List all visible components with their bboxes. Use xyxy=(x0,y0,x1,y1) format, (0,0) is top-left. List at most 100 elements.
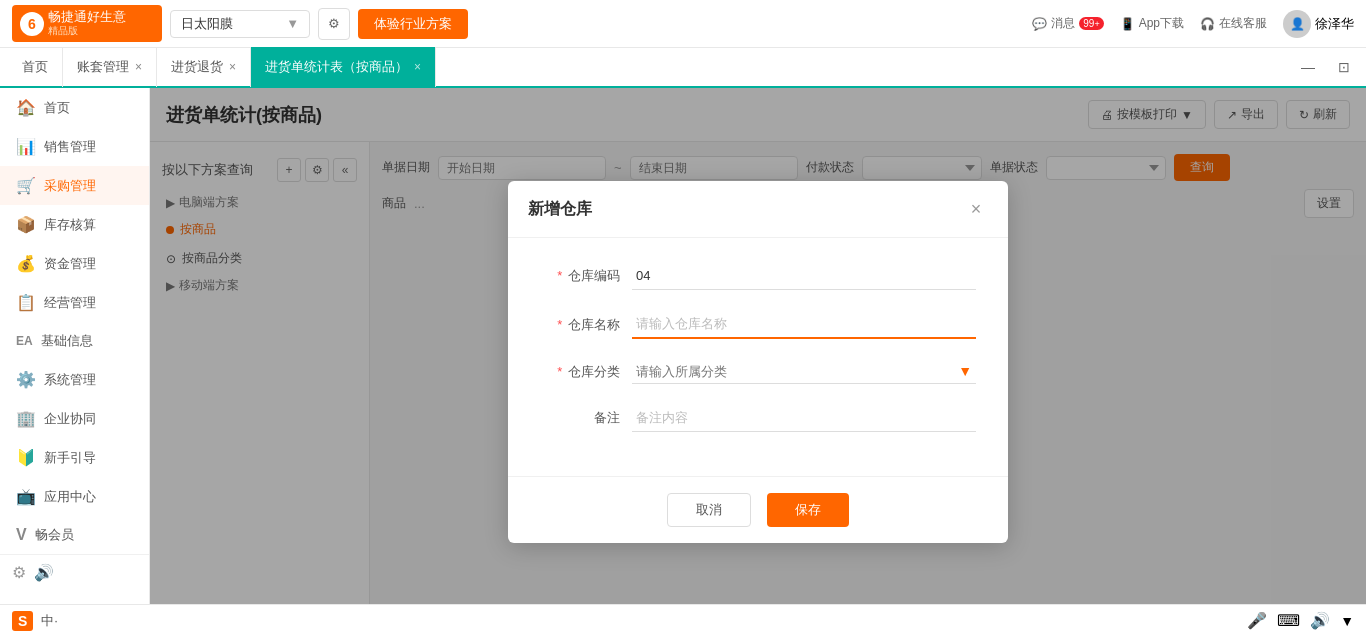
store-selector[interactable]: 日太阳膜 ▼ xyxy=(170,10,310,38)
form-row-category: * 仓库分类 ▼ xyxy=(540,359,976,384)
mic-icon[interactable]: 🎤 xyxy=(1247,611,1267,630)
headphone-icon: 🎧 xyxy=(1200,17,1215,31)
sidebar-item-purchase-label: 采购管理 xyxy=(44,177,96,195)
category-dropdown-icon[interactable]: ▼ xyxy=(958,363,972,379)
app-download-item[interactable]: 📱 App下载 xyxy=(1120,15,1184,32)
name-label: * 仓库名称 xyxy=(540,316,620,334)
tab-bar-right: — ⊡ xyxy=(1294,53,1358,81)
form-row-note: 备注 xyxy=(540,404,976,432)
tab-accounts[interactable]: 账套管理 × xyxy=(63,47,157,87)
online-service-label: 在线客服 xyxy=(1219,15,1267,32)
modal-footer: 取消 保存 xyxy=(508,476,1008,543)
tab-minimize-icon[interactable]: — xyxy=(1294,53,1322,81)
top-bar: 6 畅捷通好生意 精品版 日太阳膜 ▼ ⚙ 体验行业方案 💬 消息 99+ 📱 … xyxy=(0,0,1366,48)
form-row-code: * 仓库编码 xyxy=(540,262,976,290)
category-select-row: ▼ xyxy=(632,359,976,384)
app-download-label: App下载 xyxy=(1139,15,1184,32)
sidebar-item-purchase[interactable]: 🛒 采购管理 xyxy=(0,166,149,205)
app-sub: 精品版 xyxy=(48,24,126,38)
user-area[interactable]: 👤 徐泽华 xyxy=(1283,10,1354,38)
category-required-star: * xyxy=(557,364,562,379)
logo-text-block: 畅捷通好生意 精品版 xyxy=(48,9,126,39)
sidebar-item-management[interactable]: 📋 经营管理 xyxy=(0,283,149,322)
sidebar-item-enterprise[interactable]: 🏢 企业协同 xyxy=(0,399,149,438)
status-logo-text: S xyxy=(18,613,27,629)
app-name: 畅捷通好生意 xyxy=(48,9,126,25)
sidebar-item-management-label: 经营管理 xyxy=(44,294,96,312)
code-input[interactable] xyxy=(632,262,976,290)
note-input[interactable] xyxy=(632,404,976,432)
status-icons: 🎤 ⌨ 🔊 ▼ xyxy=(1247,611,1354,630)
sidebar-item-guide[interactable]: 🔰 新手引导 xyxy=(0,438,149,477)
inventory-icon: 📦 xyxy=(16,215,36,234)
tab-purchase-stats[interactable]: 进货单统计表（按商品） × xyxy=(251,47,436,87)
code-label-text: 仓库编码 xyxy=(568,268,620,283)
form-row-name: * 仓库名称 xyxy=(540,310,976,339)
tab-purchase-return[interactable]: 进货退货 × xyxy=(157,47,251,87)
sidebar-item-inventory-label: 库存核算 xyxy=(44,216,96,234)
sidebar-bottom-icon2[interactable]: 🔊 xyxy=(34,563,54,582)
sidebar-item-system[interactable]: ⚙️ 系统管理 xyxy=(0,360,149,399)
status-text1: 中· xyxy=(41,612,58,630)
sidebar-item-finance-label: 资金管理 xyxy=(44,255,96,273)
note-label-text: 备注 xyxy=(594,410,620,425)
status-arrow[interactable]: ▼ xyxy=(1340,613,1354,629)
name-input[interactable] xyxy=(632,310,976,339)
user-name: 徐泽华 xyxy=(1315,15,1354,33)
sidebar-item-basic-info[interactable]: EA 基础信息 xyxy=(0,322,149,360)
experience-btn[interactable]: 体验行业方案 xyxy=(358,9,468,39)
settings-button[interactable]: ⚙ xyxy=(318,8,350,40)
keyboard-icon[interactable]: ⌨ xyxy=(1277,611,1300,630)
store-selector-arrow: ▼ xyxy=(286,16,299,31)
tab-expand-icon[interactable]: ⊡ xyxy=(1330,53,1358,81)
volume-icon[interactable]: 🔊 xyxy=(1310,611,1330,630)
status-logo: S xyxy=(12,611,33,631)
modal-body: * 仓库编码 * 仓库名称 xyxy=(508,238,1008,476)
category-input[interactable] xyxy=(636,364,958,379)
tab-purchase-return-label: 进货退货 xyxy=(171,58,223,76)
online-service-item[interactable]: 🎧 在线客服 xyxy=(1200,15,1267,32)
tab-home[interactable]: 首页 xyxy=(8,47,63,87)
modal-close-button[interactable]: × xyxy=(964,197,988,221)
sidebar-item-membership-label: 畅会员 xyxy=(35,526,74,544)
tab-accounts-close[interactable]: × xyxy=(135,60,142,74)
code-required-star: * xyxy=(557,268,562,283)
sidebar-item-finance[interactable]: 💰 资金管理 xyxy=(0,244,149,283)
sidebar-item-app-center[interactable]: 📺 应用中心 xyxy=(0,477,149,516)
sidebar-item-sales-label: 销售管理 xyxy=(44,138,96,156)
content-area: 进货单统计(按商品) 🖨 按模板打印 ▼ ↗ 导出 ↻ 刷新 xyxy=(150,88,1366,636)
modal-overlay: 新增仓库 × * 仓库编码 * xyxy=(150,88,1366,636)
status-bar: S 中· 🎤 ⌨ 🔊 ▼ xyxy=(0,604,1366,636)
tab-purchase-return-close[interactable]: × xyxy=(229,60,236,74)
sidebar-item-guide-label: 新手引导 xyxy=(44,449,96,467)
app-download-icon: 📱 xyxy=(1120,17,1135,31)
enterprise-icon: 🏢 xyxy=(16,409,36,428)
sidebar-item-home-label: 首页 xyxy=(44,99,70,117)
cancel-button[interactable]: 取消 xyxy=(667,493,751,527)
sidebar-item-sales[interactable]: 📊 销售管理 xyxy=(0,127,149,166)
message-icon: 💬 xyxy=(1032,17,1047,31)
tab-bar: 首页 账套管理 × 进货退货 × 进货单统计表（按商品） × — ⊡ xyxy=(0,48,1366,88)
basic-info-icon: EA xyxy=(16,334,33,348)
tab-purchase-stats-close[interactable]: × xyxy=(414,60,421,74)
sidebar-item-membership[interactable]: V 畅会员 xyxy=(0,516,149,554)
save-button[interactable]: 保存 xyxy=(767,493,849,527)
logo-area: 6 畅捷通好生意 精品版 xyxy=(12,5,162,43)
message-label: 消息 xyxy=(1051,15,1075,32)
store-name: 日太阳膜 xyxy=(181,15,233,33)
main-layout: 🏠 首页 📊 销售管理 🛒 采购管理 📦 库存核算 💰 资金管理 📋 经营管理 … xyxy=(0,88,1366,636)
finance-icon: 💰 xyxy=(16,254,36,273)
tab-purchase-stats-label: 进货单统计表（按商品） xyxy=(265,58,408,76)
user-avatar: 👤 xyxy=(1283,10,1311,38)
membership-icon: V xyxy=(16,526,27,544)
sidebar-item-home[interactable]: 🏠 首页 xyxy=(0,88,149,127)
app-center-icon: 📺 xyxy=(16,487,36,506)
sidebar-bottom-icon1[interactable]: ⚙ xyxy=(12,563,26,582)
name-label-text: 仓库名称 xyxy=(568,317,620,332)
sidebar-item-inventory[interactable]: 📦 库存核算 xyxy=(0,205,149,244)
category-label: * 仓库分类 xyxy=(540,363,620,381)
purchase-icon: 🛒 xyxy=(16,176,36,195)
message-item[interactable]: 💬 消息 99+ xyxy=(1032,15,1103,32)
sidebar-item-app-center-label: 应用中心 xyxy=(44,488,96,506)
modal-title: 新增仓库 xyxy=(528,199,592,220)
